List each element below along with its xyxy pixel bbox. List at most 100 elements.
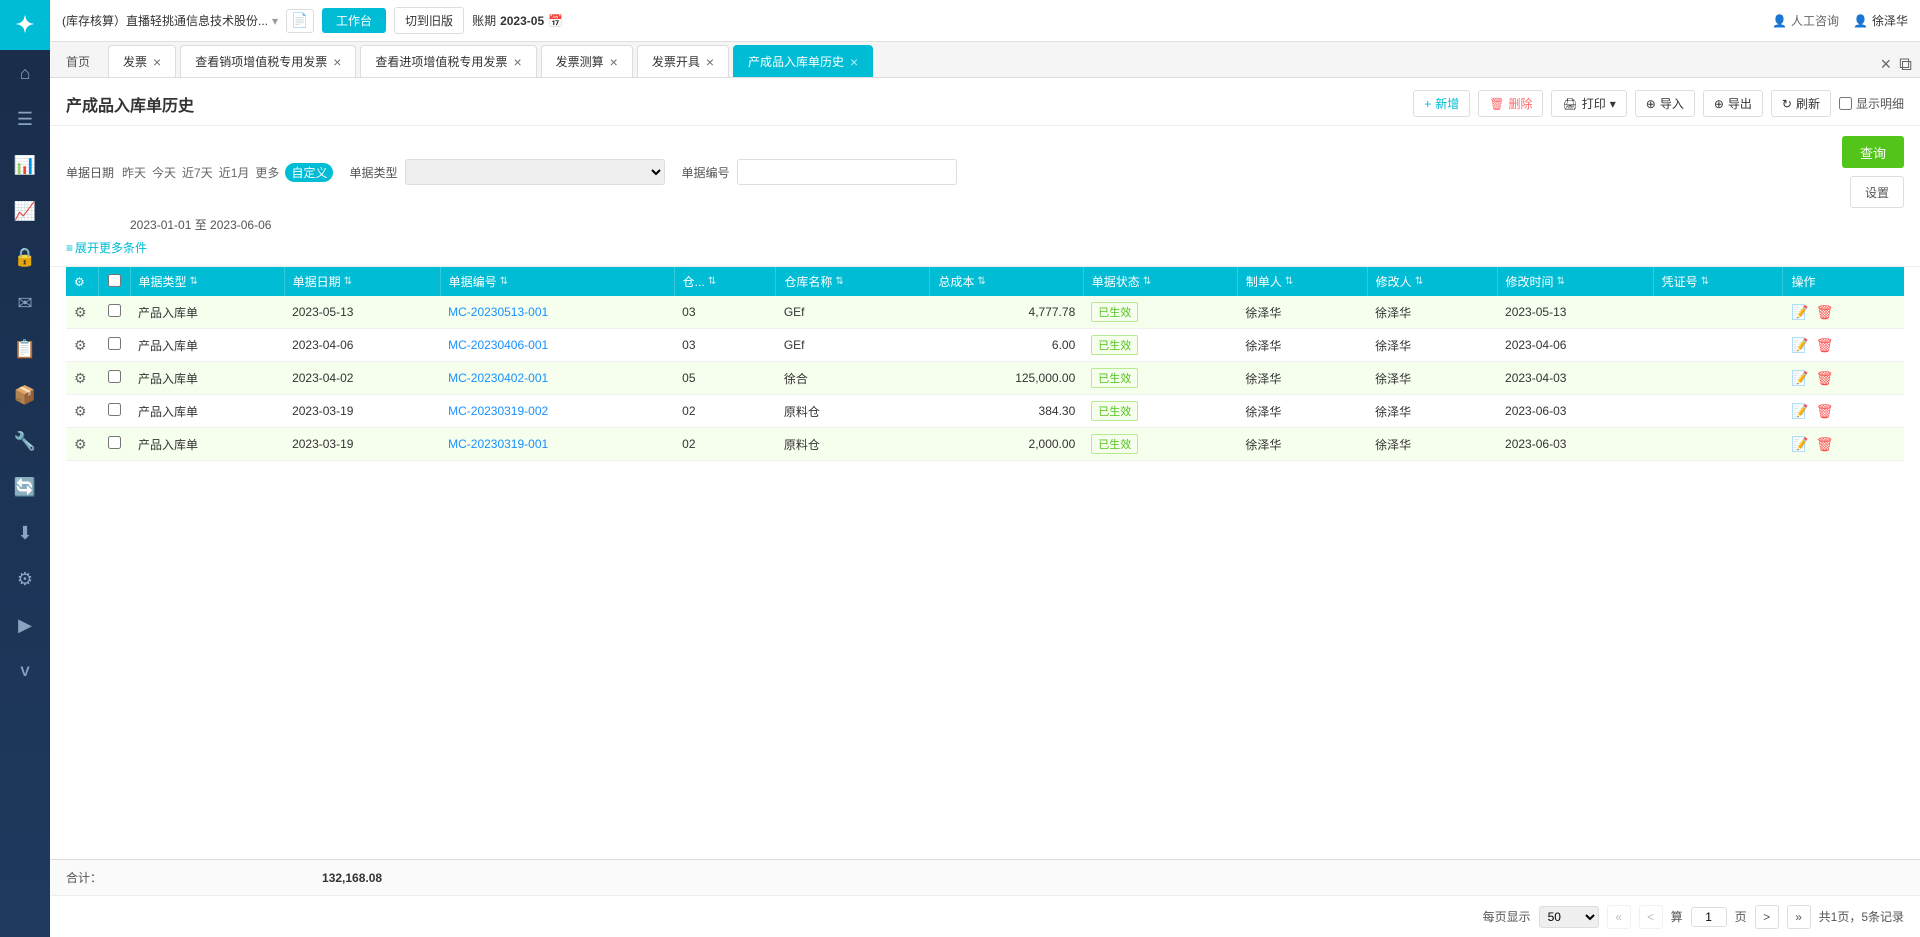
sidebar-item-play[interactable]: ▶ bbox=[0, 602, 50, 648]
th-modify-time[interactable]: 修改时间 ⇅ bbox=[1497, 267, 1653, 296]
sidebar-item-analysis[interactable]: 📈 bbox=[0, 188, 50, 234]
tab-calc-close-icon[interactable]: × bbox=[610, 54, 618, 70]
print-button[interactable]: 🖨 打印 ▾ bbox=[1551, 90, 1626, 117]
th-warehouse-name[interactable]: 仓库名称 ⇅ bbox=[776, 267, 930, 296]
tab-invoice-open[interactable]: 发票开具 × bbox=[637, 45, 729, 77]
select-all-checkbox[interactable] bbox=[108, 274, 121, 287]
sidebar-item-settings[interactable]: ⚙ bbox=[0, 556, 50, 602]
row-delete-icon[interactable]: 🗑 bbox=[1816, 403, 1834, 419]
sidebar-item-docs[interactable]: 📋 bbox=[0, 326, 50, 372]
row-delete-icon[interactable]: 🗑 bbox=[1816, 436, 1834, 452]
switch-version-button[interactable]: 切到旧版 bbox=[394, 7, 464, 34]
tab-invoice[interactable]: 发票 × bbox=[108, 45, 176, 77]
workbench-button[interactable]: 工作台 bbox=[322, 8, 386, 33]
row-delete-icon[interactable]: 🗑 bbox=[1816, 337, 1834, 353]
show-detail-checkbox-label[interactable]: 显示明细 bbox=[1839, 95, 1904, 112]
doc-button[interactable]: 📄 bbox=[286, 9, 314, 33]
th-checkbox[interactable] bbox=[98, 267, 130, 296]
th-type[interactable]: 单据类型 ⇅ bbox=[130, 267, 284, 296]
sidebar-item-message[interactable]: ✉ bbox=[0, 280, 50, 326]
th-settings[interactable]: ⚙ bbox=[66, 267, 98, 296]
new-button[interactable]: + 新增 bbox=[1413, 90, 1470, 117]
th-voucher[interactable]: 凭证号 ⇅ bbox=[1653, 267, 1783, 296]
tab-purchase-vat[interactable]: 查看进项增值税专用发票 × bbox=[360, 45, 536, 77]
refresh-button[interactable]: ↻ 刷新 bbox=[1771, 90, 1831, 117]
row-settings-icon[interactable]: ⚙ bbox=[66, 428, 98, 461]
last-page-button[interactable]: » bbox=[1787, 905, 1811, 929]
row-number-link[interactable]: MC-20230406-001 bbox=[448, 338, 548, 352]
row-edit-icon[interactable]: 📝 bbox=[1791, 370, 1808, 386]
row-settings-icon[interactable]: ⚙ bbox=[66, 362, 98, 395]
row-checkbox-cell[interactable] bbox=[98, 395, 130, 428]
period-calendar-icon[interactable]: 📅 bbox=[548, 14, 563, 28]
row-checkbox[interactable] bbox=[108, 403, 121, 416]
query-button[interactable]: 查询 bbox=[1842, 136, 1904, 168]
th-total-cost[interactable]: 总成本 ⇅ bbox=[930, 267, 1083, 296]
th-date[interactable]: 单据日期 ⇅ bbox=[284, 267, 440, 296]
sidebar-item-sync[interactable]: 🔄 bbox=[0, 464, 50, 510]
sidebar-item-menu[interactable]: ☰ bbox=[0, 96, 50, 142]
row-number[interactable]: MC-20230406-001 bbox=[440, 329, 674, 362]
import-button[interactable]: ⊕ 导入 bbox=[1635, 90, 1695, 117]
row-checkbox[interactable] bbox=[108, 370, 121, 383]
sidebar-item-tools[interactable]: 🔧 bbox=[0, 418, 50, 464]
date-today[interactable]: 今天 bbox=[152, 164, 176, 181]
setting-button[interactable]: 设置 bbox=[1850, 176, 1904, 208]
tab-invoice-close-icon[interactable]: × bbox=[153, 54, 161, 70]
row-number[interactable]: MC-20230402-001 bbox=[440, 362, 674, 395]
tab-restore-icon[interactable]: ⧉ bbox=[1899, 54, 1912, 75]
per-page-select[interactable]: 10 20 50 100 bbox=[1539, 906, 1599, 928]
company-selector[interactable]: (库存核算）直播轻挑通信息技术股份... ▾ bbox=[62, 12, 278, 29]
row-edit-icon[interactable]: 📝 bbox=[1791, 403, 1808, 419]
row-checkbox[interactable] bbox=[108, 436, 121, 449]
row-edit-icon[interactable]: 📝 bbox=[1791, 337, 1808, 353]
tab-calc[interactable]: 发票测算 × bbox=[541, 45, 633, 77]
delete-button[interactable]: 🗑 删除 bbox=[1478, 90, 1543, 117]
row-edit-icon[interactable]: 📝 bbox=[1791, 436, 1808, 452]
row-number-link[interactable]: MC-20230319-002 bbox=[448, 404, 548, 418]
row-number-link[interactable]: MC-20230402-001 bbox=[448, 371, 548, 385]
number-filter-input[interactable] bbox=[737, 159, 957, 185]
row-delete-icon[interactable]: 🗑 bbox=[1816, 370, 1834, 386]
row-checkbox-cell[interactable] bbox=[98, 428, 130, 461]
row-number-link[interactable]: MC-20230513-001 bbox=[448, 305, 548, 319]
prev-page-button[interactable]: < bbox=[1639, 905, 1663, 929]
sidebar-item-inventory[interactable]: 📦 bbox=[0, 372, 50, 418]
row-checkbox[interactable] bbox=[108, 304, 121, 317]
date-more[interactable]: 更多 bbox=[255, 164, 279, 181]
date-yesterday[interactable]: 昨天 bbox=[122, 164, 146, 181]
th-status[interactable]: 单据状态 ⇅ bbox=[1083, 267, 1237, 296]
date-7days[interactable]: 近7天 bbox=[182, 164, 213, 181]
row-settings-icon[interactable]: ⚙ bbox=[66, 395, 98, 428]
export-button[interactable]: ⊕ 导出 bbox=[1703, 90, 1763, 117]
row-settings-icon[interactable]: ⚙ bbox=[66, 296, 98, 329]
sidebar-item-auth[interactable]: 🔒 bbox=[0, 234, 50, 280]
row-checkbox-cell[interactable] bbox=[98, 362, 130, 395]
tab-sales-vat-close-icon[interactable]: × bbox=[333, 54, 341, 70]
row-number-link[interactable]: MC-20230319-001 bbox=[448, 437, 548, 451]
row-edit-icon[interactable]: 📝 bbox=[1791, 304, 1808, 320]
page-number-input[interactable] bbox=[1691, 907, 1727, 927]
sidebar-item-home[interactable]: ⌂ bbox=[0, 50, 50, 96]
expand-filter-button[interactable]: ≡ 展开更多条件 bbox=[66, 239, 1904, 256]
row-delete-icon[interactable]: 🗑 bbox=[1816, 304, 1834, 320]
tab-home[interactable]: 首页 bbox=[52, 45, 104, 77]
tab-close-all-icon[interactable]: × bbox=[1881, 54, 1892, 75]
th-number[interactable]: 单据编号 ⇅ bbox=[440, 267, 674, 296]
th-warehouse-code[interactable]: 仓... ⇅ bbox=[674, 267, 776, 296]
row-number[interactable]: MC-20230319-001 bbox=[440, 428, 674, 461]
show-detail-checkbox[interactable] bbox=[1839, 97, 1852, 110]
user-menu[interactable]: 👤 徐泽华 bbox=[1853, 12, 1908, 29]
row-checkbox-cell[interactable] bbox=[98, 329, 130, 362]
tab-sales-vat[interactable]: 查看销项增值税专用发票 × bbox=[180, 45, 356, 77]
sidebar-item-report[interactable]: 📊 bbox=[0, 142, 50, 188]
row-number[interactable]: MC-20230513-001 bbox=[440, 296, 674, 329]
tab-product-inbound-history[interactable]: 产成品入库单历史 × bbox=[733, 45, 873, 77]
row-number[interactable]: MC-20230319-002 bbox=[440, 395, 674, 428]
row-settings-icon[interactable]: ⚙ bbox=[66, 329, 98, 362]
sidebar-item-version[interactable]: V bbox=[0, 648, 50, 694]
tab-product-inbound-history-close-icon[interactable]: × bbox=[850, 54, 858, 70]
date-1month[interactable]: 近1月 bbox=[219, 164, 250, 181]
tab-purchase-vat-close-icon[interactable]: × bbox=[513, 54, 521, 70]
row-checkbox[interactable] bbox=[108, 337, 121, 350]
